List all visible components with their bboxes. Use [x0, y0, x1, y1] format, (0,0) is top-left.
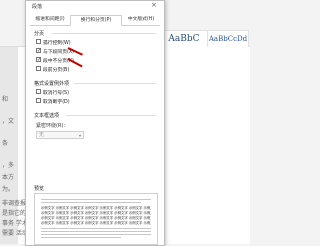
- preview-sample-text: 示例文字 示例文字 示例文字 示例文字 示例文字 示例文字 示例文字 示例文字 …: [41, 211, 151, 215]
- textbox-options-label: 文本框选项: [34, 113, 60, 119]
- checkbox-unchecked-icon: [36, 39, 41, 44]
- section-divider: [74, 83, 156, 84]
- tab-asian-typography[interactable]: 中文版式(H): [122, 15, 160, 25]
- dialog-tabs: 缩进和间距(I) 换行和分页(P) 中文版式(H): [30, 15, 160, 26]
- format-exceptions-label: 格式设置例外项: [34, 81, 70, 87]
- section-divider: [52, 33, 156, 34]
- keep-with-next-checkbox[interactable]: ✓ 与下段同页(X): [36, 48, 74, 56]
- preview-box: 示例文字 示例文字 示例文字 示例文字 示例文字 示例文字 示例文字 示例文字 …: [34, 193, 158, 245]
- style-gallery-item[interactable]: AaBbC: [160, 30, 208, 48]
- dont-hyphenate-checkbox[interactable]: 取消断字(D): [36, 98, 70, 106]
- suppress-line-numbers-checkbox[interactable]: 取消行号(S): [36, 89, 69, 97]
- paragraph-dialog: 段落 缩进和间距(I) 换行和分页(P) 中文版式(H) 分页 孤行控制(W) …: [25, 0, 165, 246]
- checkmark-icon: ✓: [36, 57, 42, 63]
- preview-sample-text: 示例文字 示例文字 示例文字 示例文字 示例文字 示例文字 示例文字 示例文字 …: [41, 206, 151, 210]
- tab-line-page-breaks[interactable]: 换行和分页(P): [70, 15, 122, 26]
- dialog-title: 段落: [32, 4, 43, 10]
- checkbox-unchecked-icon: [36, 98, 41, 103]
- style-gallery-item[interactable]: AaBbCcDd: [207, 30, 249, 48]
- preview-label: 预览: [34, 186, 45, 192]
- tight-wrap-select[interactable]: 无 ▾: [36, 131, 84, 139]
- chevron-down-icon: ▾: [78, 133, 81, 138]
- section-divider: [66, 115, 156, 116]
- close-icon[interactable]: ×: [151, 1, 157, 9]
- preview-sample-text: 示例文字 示例文字 示例文字 示例文字 示例文字 示例文字 示例文字 示例文字 …: [41, 216, 151, 220]
- checkbox-unchecked-icon: [36, 89, 41, 94]
- page-break-before-checkbox[interactable]: 段前分页(B): [36, 66, 69, 74]
- preview-sample-text: 示例文字 示例文字 示例文字 示例文字 示例文字 示例文字 示例文字 示例文字 …: [41, 221, 151, 225]
- checkmark-icon: ✓: [36, 48, 42, 54]
- checkbox-unchecked-icon: [36, 66, 41, 71]
- tab-indents-spacing[interactable]: 缩进和间距(I): [30, 15, 70, 25]
- widow-control-checkbox[interactable]: 孤行控制(W): [36, 39, 71, 47]
- pagination-section-label: 分页: [34, 31, 45, 37]
- tight-wrap-label: 紧密环绕(R):: [36, 123, 66, 129]
